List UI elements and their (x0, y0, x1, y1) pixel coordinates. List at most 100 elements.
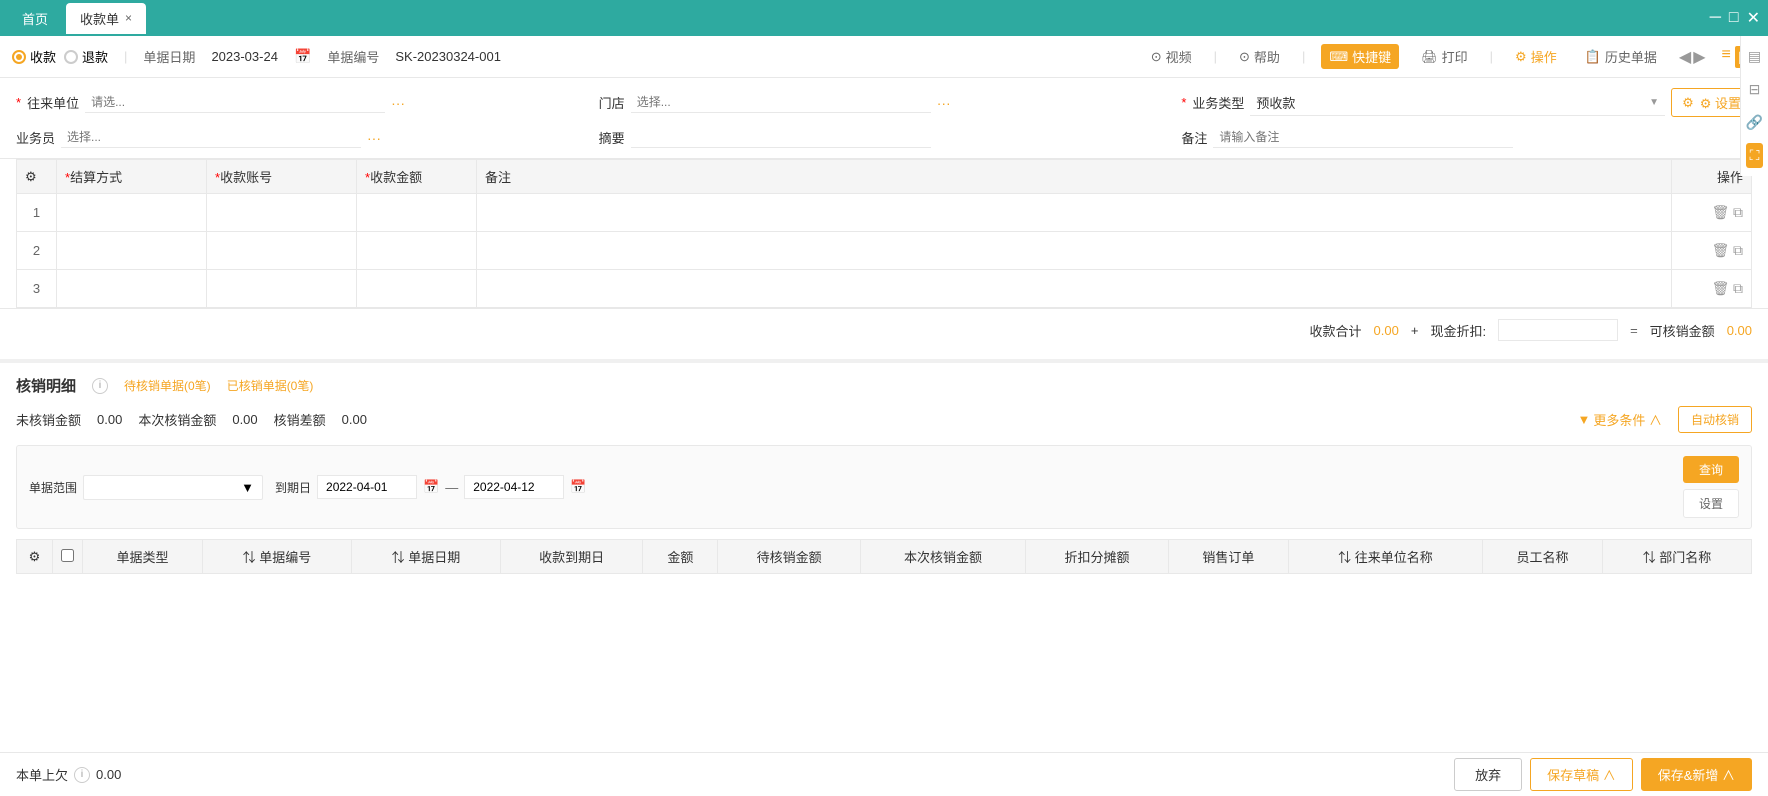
nav-next-btn[interactable]: ▶ (1693, 47, 1705, 67)
minimize-btn[interactable]: ─ (1710, 9, 1721, 27)
form-row-2: 业务员 ··· 摘要 备注 (16, 127, 1752, 148)
current-writeoff-value: 0.00 (232, 412, 257, 427)
divider-1: | (124, 49, 127, 64)
bottom-info-icon[interactable]: i (74, 767, 90, 783)
print-btn[interactable]: 🖨 打印 (1415, 44, 1474, 69)
wcol-number: ⇅ 单据编号 (203, 540, 352, 574)
filter-row: 单据范围 ▼ 到期日 📅 — 📅 查询 设置 (16, 445, 1752, 529)
divider-3: | (1302, 49, 1305, 64)
right-sidebar: ▤ ⊟ 🔗 ⛶ (1740, 36, 1768, 176)
row-2-remark[interactable] (477, 232, 1672, 270)
refund-radio[interactable]: 退款 (64, 47, 108, 66)
row-3-actions: 🗑 ⧉ (1672, 270, 1752, 308)
row-1-actions: 🗑 ⧉ (1672, 194, 1752, 232)
row-1-settlement[interactable] (57, 194, 207, 232)
business-type-chevron: ▼ (1649, 97, 1659, 108)
toolbar-row: 收款 退款 | 单据日期 2023-03-24 📅 单据编号 SK-202303… (0, 36, 1768, 78)
date-to-calendar-icon[interactable]: 📅 (570, 479, 586, 495)
save-new-btn[interactable]: 保存&新增 ∧ (1641, 758, 1752, 791)
wcol-sales-order: 销售订单 (1168, 540, 1288, 574)
date-filter-field: 到期日 📅 — 📅 (275, 475, 586, 499)
calendar-icon[interactable]: 📅 (294, 48, 311, 65)
print-icon: 🖨 (1421, 49, 1438, 65)
business-type-select[interactable]: 预收款 ▼ (1250, 90, 1665, 116)
video-btn[interactable]: ⊙ 视频 (1145, 44, 1198, 69)
divider-2: | (1214, 49, 1217, 64)
counterpart-input[interactable] (85, 92, 385, 113)
sidebar-note-icon[interactable]: ⊟ (1745, 77, 1765, 102)
sidebar-link-icon[interactable]: 🔗 (1742, 110, 1767, 135)
select-all-checkbox[interactable] (61, 549, 74, 562)
history-btn[interactable]: 📋 历史单据 (1579, 44, 1663, 69)
row-3-remark[interactable] (477, 270, 1672, 308)
row-1-delete-icon[interactable]: 🗑 (1712, 204, 1730, 220)
staff-label: 业务员 (16, 128, 55, 147)
nav-prev-btn[interactable]: ◀ (1679, 47, 1691, 67)
range-select[interactable]: ▼ (83, 475, 263, 500)
staff-more-icon[interactable]: ··· (367, 130, 381, 146)
refund-label: 退款 (82, 47, 108, 66)
row-1-copy-icon[interactable]: ⧉ (1733, 204, 1743, 220)
tab-home[interactable]: 首页 (8, 3, 62, 34)
row-1-amount[interactable] (357, 194, 477, 232)
writeoff-info-icon[interactable]: i (92, 378, 108, 394)
row-1-account[interactable] (207, 194, 357, 232)
row-3-amount[interactable] (357, 270, 477, 308)
row-2-num: 2 (17, 232, 57, 270)
close-btn[interactable]: ✕ (1747, 8, 1760, 28)
list-view-btn[interactable]: ≡ (1722, 46, 1731, 68)
more-conditions-btn[interactable]: ▼ 更多条件 ∧ (1577, 410, 1662, 429)
auto-writeoff-btn[interactable]: 自动核销 (1678, 406, 1752, 433)
pending-tab[interactable]: 待核销单据(0笔) (124, 377, 211, 394)
receipt-radio[interactable]: 收款 (12, 47, 56, 66)
date-from-calendar-icon[interactable]: 📅 (423, 479, 439, 495)
date-to-input[interactable] (464, 475, 564, 499)
filter-settings-btn[interactable]: 设置 (1683, 489, 1739, 518)
col-settings[interactable]: ⚙ (17, 160, 57, 194)
row-2-settlement[interactable] (57, 232, 207, 270)
row-1-remark[interactable] (477, 194, 1672, 232)
wcol-settings[interactable]: ⚙ (17, 540, 53, 574)
done-tab[interactable]: 已核销单据(0笔) (227, 377, 314, 394)
number-value: SK-20230324-001 (395, 49, 501, 64)
row-3-copy-icon[interactable]: ⧉ (1733, 280, 1743, 296)
row-3-account[interactable] (207, 270, 357, 308)
shortcut-btn[interactable]: ⌨ 快捷键 (1321, 44, 1399, 69)
action-btn[interactable]: ⚙ 操作 (1509, 44, 1563, 69)
date-from-input[interactable] (317, 475, 417, 499)
staff-input[interactable] (61, 127, 361, 148)
row-2-delete-icon[interactable]: 🗑 (1712, 242, 1730, 258)
diff-label: 核销差额 (274, 410, 326, 429)
filter-icon: ▼ (1577, 412, 1590, 427)
available-value: 0.00 (1727, 323, 1752, 338)
row-3-delete-icon[interactable]: 🗑 (1712, 280, 1730, 296)
sidebar-table-icon[interactable]: ▤ (1744, 44, 1765, 69)
discount-input[interactable] (1498, 319, 1618, 341)
wcol-checkbox[interactable] (53, 540, 83, 574)
abandon-btn[interactable]: 放弃 (1454, 758, 1522, 791)
query-btn[interactable]: 查询 (1683, 456, 1739, 483)
counterpart-more-icon[interactable]: ··· (391, 95, 405, 111)
tab-active[interactable]: 收款单 × (66, 3, 146, 34)
row-3-settlement[interactable] (57, 270, 207, 308)
discount-label: 现金折扣: (1430, 321, 1486, 340)
business-type-label: 业务类型 (1192, 93, 1244, 112)
remark-input[interactable] (1213, 127, 1513, 148)
table-row: 1 🗑 ⧉ (17, 194, 1752, 232)
table-row: 2 🗑 ⧉ (17, 232, 1752, 270)
sidebar-expand-icon[interactable]: ⛶ (1746, 143, 1764, 168)
tab-close-btn[interactable]: × (125, 11, 132, 25)
history-icon: 📋 (1585, 49, 1601, 65)
save-draft-btn[interactable]: 保存草稿 ∧ (1530, 758, 1633, 791)
summary-input[interactable] (631, 127, 931, 148)
staff-field: 业务员 ··· (16, 127, 587, 148)
store-input[interactable] (631, 92, 931, 113)
row-2-amount[interactable] (357, 232, 477, 270)
row-2-account[interactable] (207, 232, 357, 270)
wcol-counterpart: ⇅ 往来单位名称 (1288, 540, 1482, 574)
maximize-btn[interactable]: □ (1729, 9, 1739, 27)
store-more-icon[interactable]: ··· (937, 95, 951, 111)
wcol-discount: 折扣分摊额 (1026, 540, 1169, 574)
help-btn[interactable]: ⊙ 帮助 (1233, 44, 1286, 69)
row-2-copy-icon[interactable]: ⧉ (1733, 242, 1743, 258)
